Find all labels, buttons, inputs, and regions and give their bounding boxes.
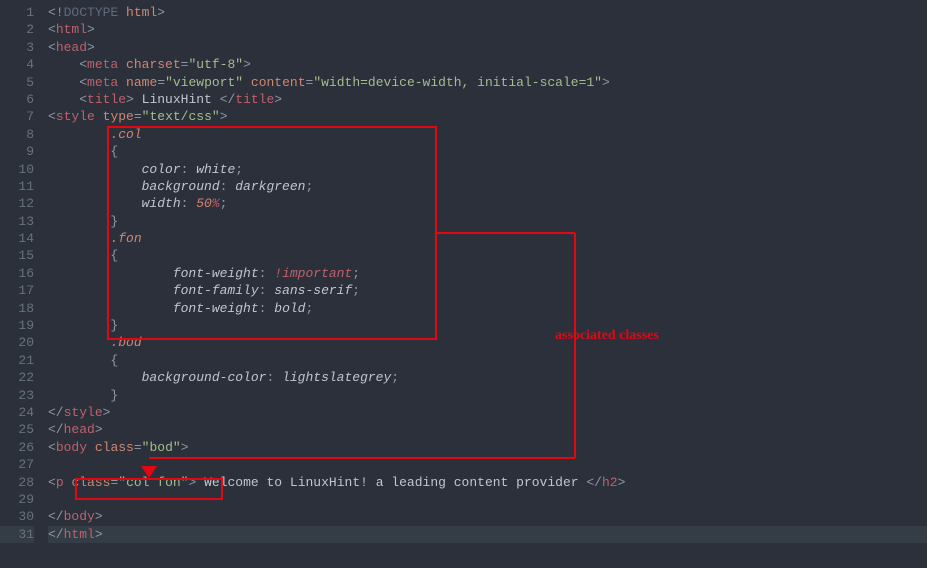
line-number: 7 <box>0 108 34 125</box>
line-number: 15 <box>0 247 34 264</box>
line-number: 23 <box>0 387 34 404</box>
line-number: 30 <box>0 508 34 525</box>
line-number: 13 <box>0 213 34 230</box>
line-number: 19 <box>0 317 34 334</box>
line-number: 11 <box>0 178 34 195</box>
code-line[interactable]: font-weight: bold; <box>48 300 927 317</box>
line-number: 28 <box>0 474 34 491</box>
line-number: 2 <box>0 21 34 38</box>
line-number: 16 <box>0 265 34 282</box>
code-line[interactable]: <meta charset="utf-8"> <box>48 56 927 73</box>
code-line[interactable]: } <box>48 317 927 334</box>
line-number: 10 <box>0 161 34 178</box>
code-line[interactable]: background: darkgreen; <box>48 178 927 195</box>
line-number: 1 <box>0 4 34 21</box>
line-number: 22 <box>0 369 34 386</box>
code-line[interactable]: } <box>48 213 927 230</box>
line-number: 14 <box>0 230 34 247</box>
line-number: 20 <box>0 334 34 351</box>
line-number: 8 <box>0 126 34 143</box>
code-line[interactable]: <head> <box>48 39 927 56</box>
line-number: 12 <box>0 195 34 212</box>
line-number: 9 <box>0 143 34 160</box>
code-area[interactable]: <!DOCTYPE html><html><head> <meta charse… <box>48 0 927 568</box>
line-number: 31 <box>0 526 34 543</box>
line-number: 5 <box>0 74 34 91</box>
line-number: 3 <box>0 39 34 56</box>
code-line[interactable]: </head> <box>48 421 927 438</box>
line-number: 6 <box>0 91 34 108</box>
code-line[interactable]: font-family: sans-serif; <box>48 282 927 299</box>
code-line[interactable]: .fon <box>48 230 927 247</box>
code-line[interactable]: .col <box>48 126 927 143</box>
code-line[interactable]: background-color: lightslategrey; <box>48 369 927 386</box>
code-line[interactable]: { <box>48 143 927 160</box>
code-line[interactable]: { <box>48 247 927 264</box>
line-number-gutter: 1234567891011121314151617181920212223242… <box>0 0 48 568</box>
line-number: 17 <box>0 282 34 299</box>
code-line[interactable]: width: 50%; <box>48 195 927 212</box>
line-number: 27 <box>0 456 34 473</box>
line-number: 21 <box>0 352 34 369</box>
line-number: 24 <box>0 404 34 421</box>
code-line[interactable]: color: white; <box>48 161 927 178</box>
code-line[interactable]: </body> <box>48 508 927 525</box>
line-number: 26 <box>0 439 34 456</box>
line-number: 18 <box>0 300 34 317</box>
code-line[interactable]: <title> LinuxHint </title> <box>48 91 927 108</box>
code-editor[interactable]: 1234567891011121314151617181920212223242… <box>0 0 927 568</box>
code-line[interactable]: { <box>48 352 927 369</box>
code-line[interactable]: <style type="text/css"> <box>48 108 927 125</box>
code-line[interactable]: } <box>48 387 927 404</box>
code-line[interactable]: </html> <box>48 526 927 543</box>
code-line[interactable]: </style> <box>48 404 927 421</box>
line-number: 4 <box>0 56 34 73</box>
code-line[interactable]: <body class="bod"> <box>48 439 927 456</box>
code-line[interactable]: <meta name="viewport" content="width=dev… <box>48 74 927 91</box>
code-line[interactable]: <p class="col fon"> Welcome to LinuxHint… <box>48 474 927 491</box>
code-line[interactable]: <html> <box>48 21 927 38</box>
line-number: 25 <box>0 421 34 438</box>
code-line[interactable]: <!DOCTYPE html> <box>48 4 927 21</box>
code-line[interactable] <box>48 491 927 508</box>
code-line[interactable]: .bod <box>48 334 927 351</box>
code-line[interactable]: font-weight: !important; <box>48 265 927 282</box>
line-number: 29 <box>0 491 34 508</box>
code-line[interactable] <box>48 456 927 473</box>
